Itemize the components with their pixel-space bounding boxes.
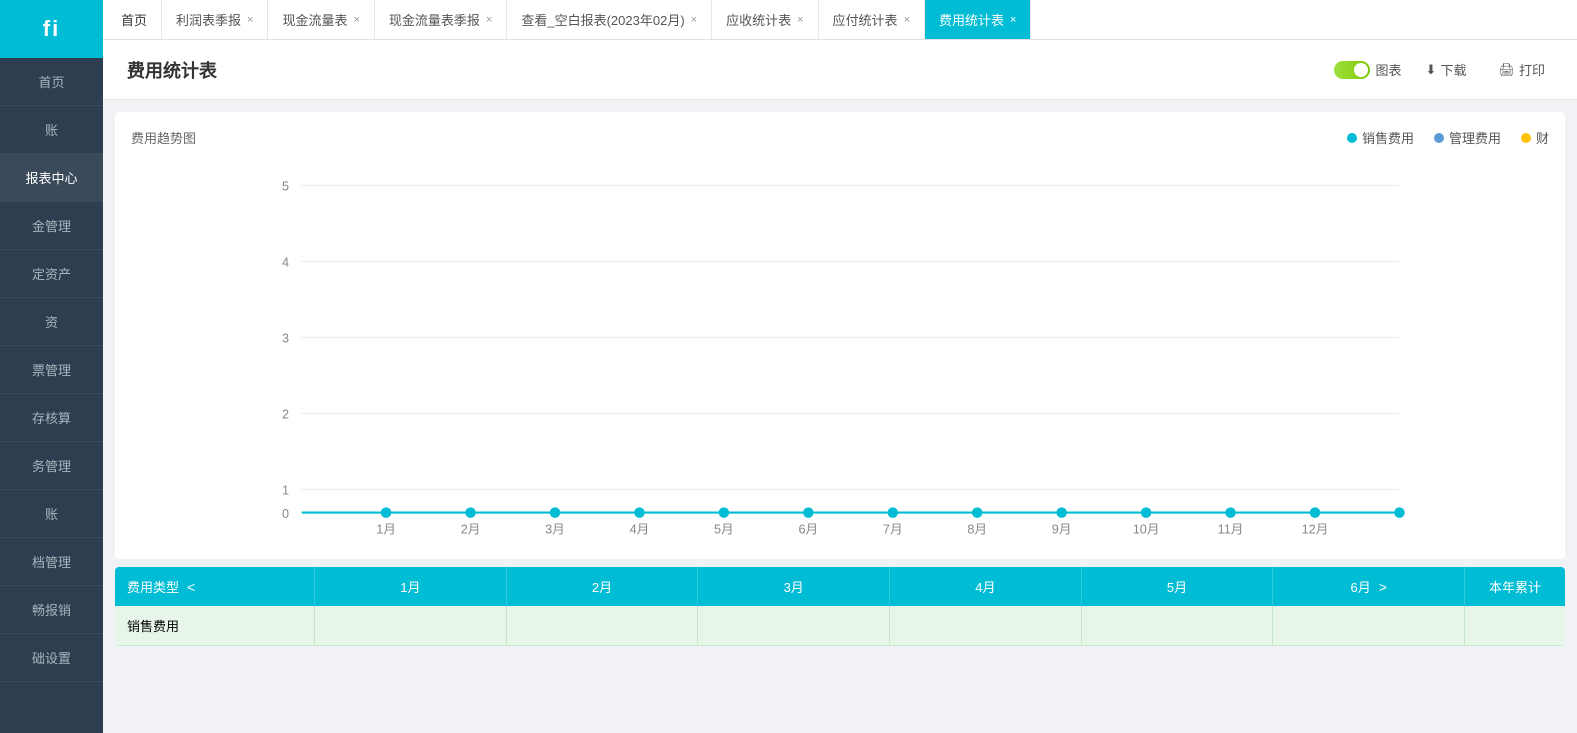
download-icon: ⬇ bbox=[1426, 62, 1437, 78]
content-area: 费用统计表 图表 ⬇ 下载 🖨 打印 费用趋势图 bbox=[103, 40, 1577, 733]
sidebar-item-services[interactable]: 务管理 bbox=[0, 442, 103, 490]
sidebar-item-assets[interactable]: 定资产 bbox=[0, 250, 103, 298]
svg-text:12月: 12月 bbox=[1302, 523, 1329, 537]
th-month-5: 5月 bbox=[1082, 567, 1274, 606]
td-m3 bbox=[698, 606, 890, 645]
svg-text:0: 0 bbox=[282, 507, 289, 521]
expense-table: 费用类型 < 1月 2月 3月 4月 5月 6月 > 本年累计 销售费用 bbox=[115, 567, 1565, 646]
legend-dot-sales bbox=[1347, 133, 1357, 143]
tab-payable[interactable]: 应付统计表 × bbox=[819, 0, 925, 40]
sidebar-item-archives[interactable]: 档管理 bbox=[0, 538, 103, 586]
sidebar-item-inventory[interactable]: 存核算 bbox=[0, 394, 103, 442]
legend-label-sales: 销售费用 bbox=[1362, 128, 1414, 147]
svg-text:3月: 3月 bbox=[545, 523, 565, 537]
close-tab-cashflow-quarterly[interactable]: × bbox=[486, 14, 492, 26]
legend-label-finance: 财 bbox=[1536, 128, 1549, 147]
sidebar-item-reports[interactable]: 报表中心 bbox=[0, 154, 103, 202]
th-ytd: 本年累计 bbox=[1465, 567, 1565, 606]
close-tab-profit-quarterly[interactable]: × bbox=[247, 14, 253, 26]
svg-text:5: 5 bbox=[282, 180, 289, 194]
close-tab-payable[interactable]: × bbox=[904, 14, 910, 26]
sidebar-item-funds[interactable]: 金管理 bbox=[0, 202, 103, 250]
chart-header: 费用趋势图 销售费用 管理费用 财 bbox=[131, 128, 1549, 147]
legend-label-admin: 管理费用 bbox=[1449, 128, 1501, 147]
sidebar-item-resource[interactable]: 资 bbox=[0, 298, 103, 346]
tab-home[interactable]: 首页 bbox=[107, 0, 162, 40]
td-m2 bbox=[507, 606, 699, 645]
svg-text:8月: 8月 bbox=[967, 523, 987, 537]
chart-toggle[interactable] bbox=[1334, 61, 1370, 79]
chart-area: 5 4 3 2 1 0 bbox=[131, 159, 1549, 539]
print-button[interactable]: 🖨 打印 bbox=[1490, 56, 1553, 83]
tab-blank-report[interactable]: 查看_空白报表(2023年02月) × bbox=[507, 0, 712, 40]
td-m5 bbox=[1082, 606, 1274, 645]
table-row: 销售费用 bbox=[115, 606, 1565, 646]
svg-text:7月: 7月 bbox=[883, 523, 903, 537]
legend-dot-admin bbox=[1434, 133, 1444, 143]
svg-text:5月: 5月 bbox=[714, 523, 734, 537]
svg-text:9月: 9月 bbox=[1052, 523, 1072, 537]
tab-expense-stats[interactable]: 费用统计表 × bbox=[925, 0, 1031, 40]
nav-prev-arrow[interactable]: < bbox=[187, 579, 195, 595]
th-month-3: 3月 bbox=[698, 567, 890, 606]
svg-text:11月: 11月 bbox=[1218, 523, 1244, 537]
td-expense-name: 销售费用 bbox=[115, 606, 315, 645]
svg-text:10月: 10月 bbox=[1133, 523, 1160, 537]
tab-cashflow[interactable]: 现金流量表 × bbox=[268, 0, 374, 40]
page-title: 费用统计表 bbox=[127, 57, 217, 83]
header-actions: 图表 ⬇ 下载 🖨 打印 bbox=[1334, 56, 1553, 83]
download-button[interactable]: ⬇ 下载 bbox=[1418, 56, 1475, 83]
svg-text:1: 1 bbox=[282, 484, 289, 498]
legend-admin: 管理费用 bbox=[1434, 128, 1501, 147]
tab-profit-quarterly[interactable]: 利润表季报 × bbox=[162, 0, 268, 40]
svg-text:4月: 4月 bbox=[630, 523, 650, 537]
th-month-4: 4月 bbox=[890, 567, 1082, 606]
th-month-2: 2月 bbox=[507, 567, 699, 606]
th-expense-type: 费用类型 < bbox=[115, 567, 315, 606]
chart-toggle-wrap: 图表 bbox=[1334, 60, 1402, 79]
close-tab-expense-stats[interactable]: × bbox=[1010, 14, 1016, 26]
nav-next-arrow[interactable]: > bbox=[1379, 579, 1387, 595]
sidebar-item-accounts[interactable]: 账 bbox=[0, 490, 103, 538]
sidebar-item-expenses[interactable]: 畅报销 bbox=[0, 586, 103, 634]
chart-title: 费用趋势图 bbox=[131, 128, 196, 147]
sidebar-item-settings[interactable]: 础设置 bbox=[0, 634, 103, 682]
legend-finance: 财 bbox=[1521, 128, 1549, 147]
svg-text:1月: 1月 bbox=[376, 523, 396, 537]
tab-cashflow-quarterly[interactable]: 现金流量表季报 × bbox=[375, 0, 507, 40]
close-tab-cashflow[interactable]: × bbox=[353, 14, 359, 26]
sidebar-item-invoices[interactable]: 票管理 bbox=[0, 346, 103, 394]
sidebar-item-ledger[interactable]: 账 bbox=[0, 106, 103, 154]
toggle-label: 图表 bbox=[1376, 60, 1402, 79]
sidebar: fi 首页 账 报表中心 金管理 定资产 资 票管理 存核算 务管理 账 档管理… bbox=[0, 0, 103, 733]
svg-text:3: 3 bbox=[282, 332, 289, 346]
sidebar-logo: fi bbox=[0, 0, 103, 58]
chart-legend: 销售费用 管理费用 财 bbox=[1347, 128, 1549, 147]
td-m1 bbox=[315, 606, 507, 645]
svg-text:2月: 2月 bbox=[461, 523, 481, 537]
main-area: 首页 利润表季报 × 现金流量表 × 现金流量表季报 × 查看_空白报表(202… bbox=[103, 0, 1577, 733]
chart-section: 费用趋势图 销售费用 管理费用 财 bbox=[115, 112, 1565, 559]
legend-sales: 销售费用 bbox=[1347, 128, 1414, 147]
svg-text:4: 4 bbox=[282, 256, 289, 270]
td-ytd bbox=[1465, 606, 1565, 645]
td-m6 bbox=[1273, 606, 1465, 645]
th-month-6: 6月 > bbox=[1273, 567, 1465, 606]
tab-bar: 首页 利润表季报 × 现金流量表 × 现金流量表季报 × 查看_空白报表(202… bbox=[103, 0, 1577, 40]
page-header: 费用统计表 图表 ⬇ 下载 🖨 打印 bbox=[103, 40, 1577, 100]
sidebar-item-home[interactable]: 首页 bbox=[0, 58, 103, 106]
th-month-1: 1月 bbox=[315, 567, 507, 606]
close-tab-blank-report[interactable]: × bbox=[691, 14, 697, 26]
table-header: 费用类型 < 1月 2月 3月 4月 5月 6月 > 本年累计 bbox=[115, 567, 1565, 606]
print-icon: 🖨 bbox=[1498, 62, 1515, 78]
tab-receivable[interactable]: 应收统计表 × bbox=[712, 0, 818, 40]
svg-text:2: 2 bbox=[282, 408, 289, 422]
td-m4 bbox=[890, 606, 1082, 645]
svg-text:6月: 6月 bbox=[798, 523, 818, 537]
legend-dot-finance bbox=[1521, 133, 1531, 143]
close-tab-receivable[interactable]: × bbox=[797, 14, 803, 26]
